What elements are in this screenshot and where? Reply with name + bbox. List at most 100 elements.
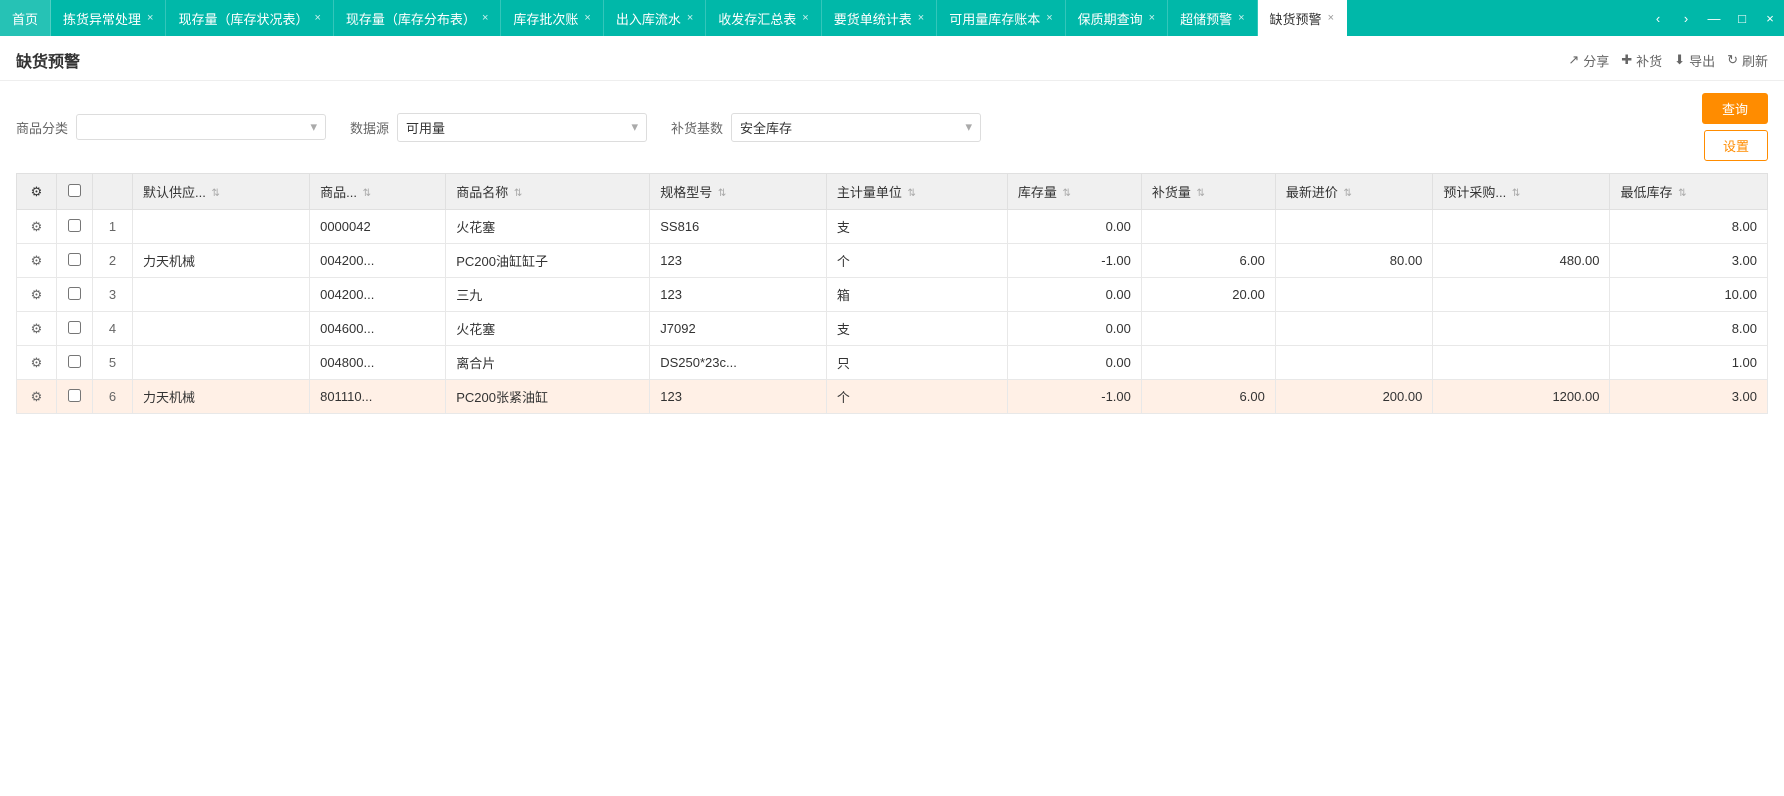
table-row: ⚙2力天机械004200...PC200油缸缸子123个-1.006.0080.… [17, 244, 1768, 278]
tab-close-available-ledger[interactable]: × [1046, 12, 1052, 24]
category-select[interactable]: ▾ [76, 114, 326, 140]
datasource-select[interactable]: 可用量 ▾ [397, 113, 647, 142]
row-stock-qty: 0.00 [1007, 346, 1141, 380]
row-checkbox[interactable] [57, 210, 93, 244]
row-index: 3 [93, 278, 133, 312]
replenish-basis-select[interactable]: 安全库存 ▾ [731, 113, 981, 142]
th-spec-model[interactable]: 规格型号 ⇅ [650, 174, 827, 210]
row-checkbox-input[interactable] [68, 219, 81, 232]
row-gear[interactable]: ⚙ [17, 380, 57, 414]
tab-close-batch-account[interactable]: × [584, 12, 590, 24]
th-replenish-qty[interactable]: 补货量 ⇅ [1141, 174, 1275, 210]
row-checkbox[interactable] [57, 244, 93, 278]
row-index: 1 [93, 210, 133, 244]
sort-icon-stock: ⇅ [1063, 188, 1071, 199]
export-action[interactable]: ⬇ 导出 [1674, 51, 1715, 70]
settings-button[interactable]: 设置 [1704, 130, 1768, 161]
row-gear[interactable]: ⚙ [17, 244, 57, 278]
row-checkbox-input[interactable] [68, 253, 81, 266]
row-min-stock: 8.00 [1610, 312, 1768, 346]
tab-label-in-out-flow: 出入库流水 [616, 9, 681, 28]
row-stock-qty: 0.00 [1007, 210, 1141, 244]
th-latest-price[interactable]: 最新进价 ⇅ [1275, 174, 1433, 210]
tab-inventory-dist[interactable]: 现存量（库存分布表） × [334, 0, 501, 36]
row-product-code: 004800... [310, 346, 446, 380]
row-replenish-qty: 20.00 [1141, 278, 1275, 312]
th-settings[interactable]: ⚙ [17, 174, 57, 210]
tab-close-shortage-warning[interactable]: × [1328, 12, 1334, 24]
row-supplier [133, 210, 310, 244]
window-minimize-btn[interactable]: — [1700, 0, 1728, 36]
row-unit: 只 [826, 346, 1007, 380]
tab-abnormal[interactable]: 拣货异常处理 × [51, 0, 166, 36]
row-supplier: 力天机械 [133, 244, 310, 278]
row-checkbox[interactable] [57, 278, 93, 312]
th-estimated-purchase[interactable]: 预计采购... ⇅ [1433, 174, 1610, 210]
tab-close-abnormal[interactable]: × [147, 12, 153, 24]
row-latest-price [1275, 346, 1433, 380]
tab-close-receive-summary[interactable]: × [802, 12, 808, 24]
row-stock-qty: 0.00 [1007, 312, 1141, 346]
tab-available-ledger[interactable]: 可用量库存账本 × [937, 0, 1065, 36]
row-checkbox[interactable] [57, 346, 93, 380]
row-checkbox-input[interactable] [68, 355, 81, 368]
tab-shortage-warning[interactable]: 缺货预警 × [1258, 0, 1347, 36]
tab-label-available-ledger: 可用量库存账本 [949, 9, 1040, 28]
row-checkbox-input[interactable] [68, 321, 81, 334]
row-min-stock: 8.00 [1610, 210, 1768, 244]
tab-close-in-out-flow[interactable]: × [687, 12, 693, 24]
th-product-code[interactable]: 商品... ⇅ [310, 174, 446, 210]
replenish-action[interactable]: ✚ 补货 [1621, 51, 1662, 70]
tab-inventory-status[interactable]: 现存量（库存状况表） × [166, 0, 333, 36]
th-unit[interactable]: 主计量单位 ⇅ [826, 174, 1007, 210]
table-header-row: ⚙ 默认供应... ⇅ 商品... ⇅ 商品名称 [17, 174, 1768, 210]
row-gear[interactable]: ⚙ [17, 312, 57, 346]
select-all-checkbox[interactable] [68, 184, 81, 197]
category-label: 商品分类 [16, 118, 68, 137]
query-button[interactable]: 查询 [1702, 93, 1768, 124]
row-stock-qty: 0.00 [1007, 278, 1141, 312]
tab-close-expiry-query[interactable]: × [1149, 12, 1155, 24]
row-checkbox[interactable] [57, 312, 93, 346]
row-min-stock: 3.00 [1610, 244, 1768, 278]
row-replenish-qty [1141, 346, 1275, 380]
tab-close-requisition-stats[interactable]: × [918, 12, 924, 24]
th-default-supplier[interactable]: 默认供应... ⇅ [133, 174, 310, 210]
th-index [93, 174, 133, 210]
row-checkbox-input[interactable] [68, 287, 81, 300]
row-gear[interactable]: ⚙ [17, 346, 57, 380]
tab-label-abnormal: 拣货异常处理 [63, 9, 141, 28]
tab-close-overstock-warning[interactable]: × [1238, 12, 1244, 24]
row-unit: 箱 [826, 278, 1007, 312]
tab-home[interactable]: 首页 [0, 0, 51, 36]
row-gear[interactable]: ⚙ [17, 278, 57, 312]
window-maximize-btn[interactable]: □ [1728, 0, 1756, 36]
window-close-icon: × [1766, 11, 1774, 26]
row-unit: 支 [826, 210, 1007, 244]
table-row: ⚙10000042火花塞SS816支0.008.00 [17, 210, 1768, 244]
window-close-btn[interactable]: × [1756, 0, 1784, 36]
tab-expiry-query[interactable]: 保质期查询 × [1066, 0, 1168, 36]
tab-scroll-left[interactable]: ‹ [1644, 0, 1672, 36]
refresh-action[interactable]: ↻ 刷新 [1727, 51, 1768, 70]
tab-in-out-flow[interactable]: 出入库流水 × [604, 0, 706, 36]
row-checkbox[interactable] [57, 380, 93, 414]
tab-receive-summary[interactable]: 收发存汇总表 × [706, 0, 821, 36]
th-checkbox [57, 174, 93, 210]
tab-close-inventory-status[interactable]: × [314, 12, 320, 24]
th-stock-qty[interactable]: 库存量 ⇅ [1007, 174, 1141, 210]
row-product-name: PC200油缸缸子 [446, 244, 650, 278]
row-gear[interactable]: ⚙ [17, 210, 57, 244]
tab-close-inventory-dist[interactable]: × [482, 12, 488, 24]
share-action[interactable]: ↗ 分享 [1568, 51, 1609, 70]
category-filter: 商品分类 ▾ [16, 114, 326, 140]
th-product-name[interactable]: 商品名称 ⇅ [446, 174, 650, 210]
tab-overstock-warning[interactable]: 超储预警 × [1168, 0, 1257, 36]
tab-requisition-stats[interactable]: 要货单统计表 × [822, 0, 937, 36]
refresh-icon: ↻ [1727, 52, 1738, 68]
th-min-stock[interactable]: 最低库存 ⇅ [1610, 174, 1768, 210]
row-unit: 个 [826, 380, 1007, 414]
row-checkbox-input[interactable] [68, 389, 81, 402]
tab-batch-account[interactable]: 库存批次账 × [501, 0, 603, 36]
tab-scroll-right[interactable]: › [1672, 0, 1700, 36]
